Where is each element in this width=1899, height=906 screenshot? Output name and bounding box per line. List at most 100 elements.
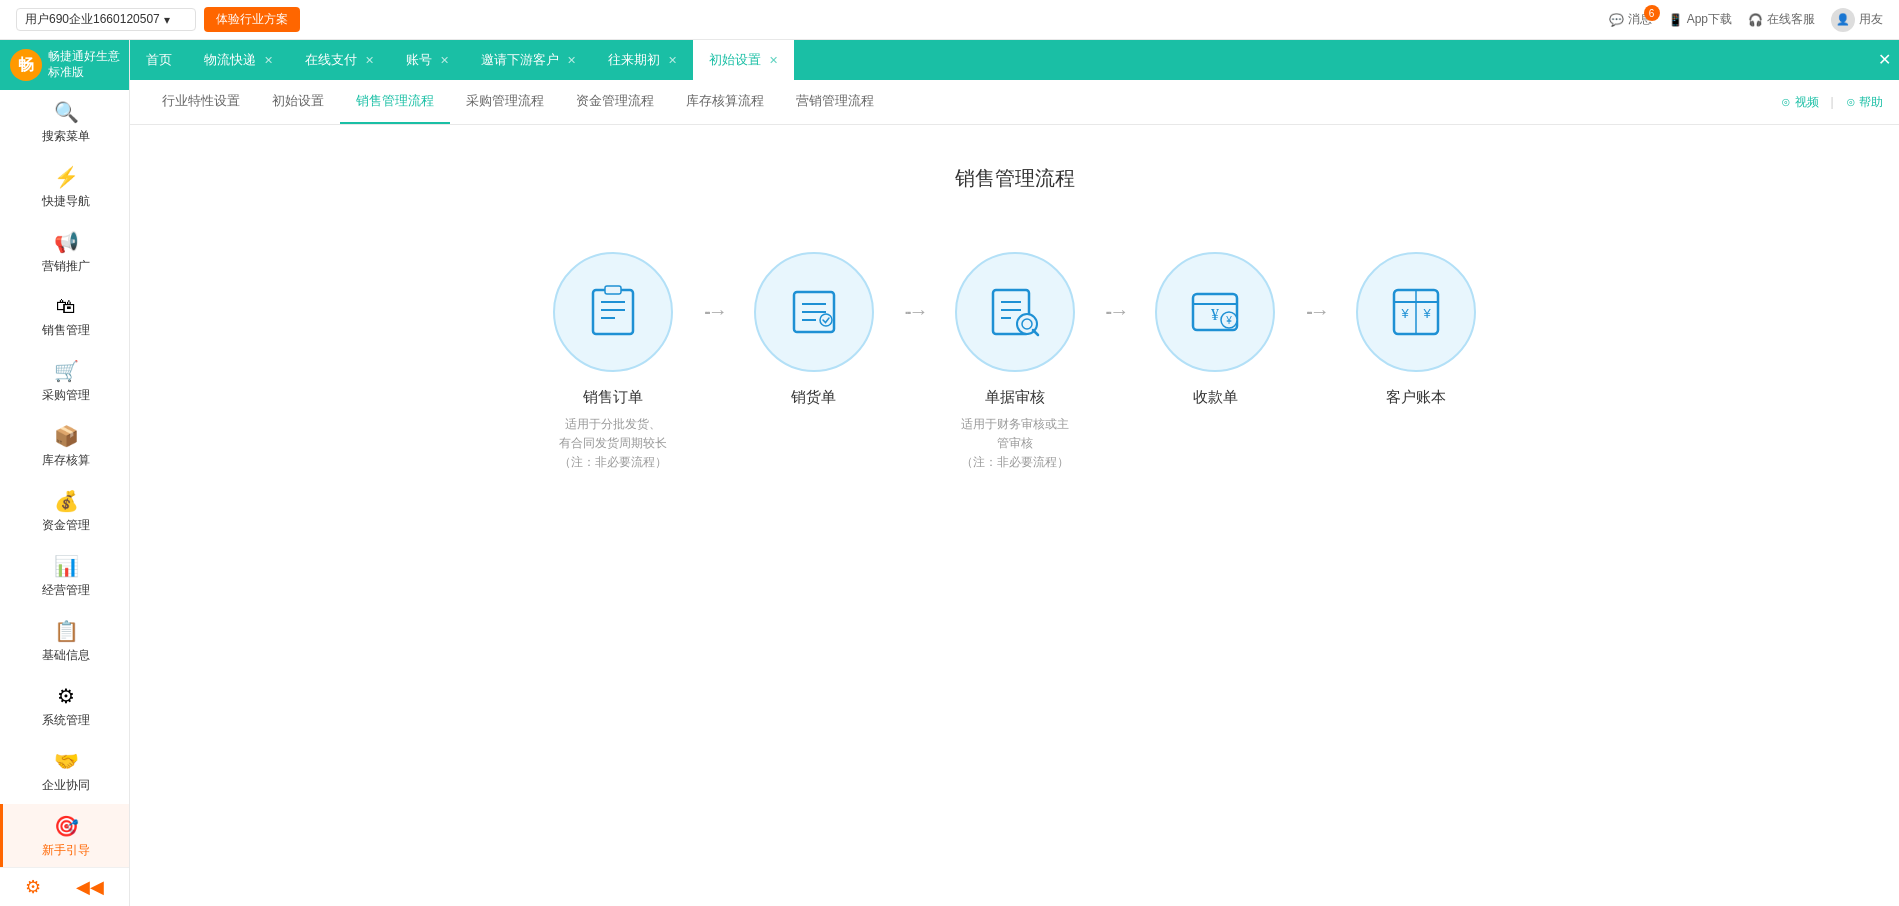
sidebar-icon: 📊: [54, 554, 79, 578]
close-icon[interactable]: ✕: [769, 54, 778, 67]
close-icon[interactable]: ✕: [365, 54, 374, 67]
sidebar-item-企业协同[interactable]: 🤝 企业协同: [0, 739, 129, 804]
flow-step-客户账本[interactable]: ¥ ¥ 客户账本: [1326, 252, 1506, 415]
nav-tab-初始设置[interactable]: 初始设置✕: [693, 40, 794, 80]
sidebar-icon: 🛒: [54, 359, 79, 383]
flow-arrow-3: ···→: [1105, 252, 1126, 323]
svg-text:¥: ¥: [1211, 306, 1219, 323]
divider: |: [1831, 95, 1834, 109]
flow-step-desc: 适用于分批发货、有合同发货周期较长（注：非必要流程）: [559, 415, 667, 473]
flow-step-label: 单据审核: [985, 388, 1045, 407]
sidebar-item-新手引导[interactable]: 🎯 新手引导: [0, 804, 129, 867]
svg-point-9: [820, 314, 832, 326]
svg-line-16: [1033, 330, 1038, 335]
flow-step-收款单[interactable]: ¥ ¥ 收款单: [1125, 252, 1305, 415]
sub-tab-采购管理流程[interactable]: 采购管理流程: [450, 80, 560, 124]
close-all-tabs[interactable]: ✕: [1878, 52, 1891, 68]
flow-circle: [553, 252, 673, 372]
flow-step-label: 销售订单: [583, 388, 643, 407]
sub-tab-初始设置[interactable]: 初始设置: [256, 80, 340, 124]
service-item[interactable]: 🎧 在线客服: [1748, 11, 1815, 28]
sidebar-item-经营管理[interactable]: 📊 经营管理: [0, 544, 129, 609]
flow-step-desc: 适用于财务审核或主管审核（注：非必要流程）: [961, 415, 1069, 473]
main-content: 行业特性设置初始设置销售管理流程采购管理流程资金管理流程库存核算流程营销管理流程…: [130, 80, 1899, 906]
service-label: 在线客服: [1767, 11, 1815, 28]
sidebar-icon: 🔍: [54, 100, 79, 124]
flow-step-单据审核[interactable]: 单据审核 适用于财务审核或主管审核（注：非必要流程）: [925, 252, 1105, 473]
sub-tab-销售管理流程[interactable]: 销售管理流程: [340, 80, 450, 124]
help-link[interactable]: ⊙ 帮助: [1846, 94, 1883, 111]
phone-icon: 📱: [1668, 13, 1683, 27]
trial-button[interactable]: 体验行业方案: [204, 7, 300, 32]
app-label: App下载: [1687, 11, 1732, 28]
sidebar-item-销售管理[interactable]: 🛍 销售管理: [0, 285, 129, 349]
sidebar-icon: 💰: [54, 489, 79, 513]
nav-tabs: 首页物流快递✕在线支付✕账号✕邀请下游客户✕往来期初✕初始设置✕✕: [130, 40, 1899, 80]
close-icon[interactable]: ✕: [264, 54, 273, 67]
svg-rect-0: [593, 290, 633, 334]
flow-title: 销售管理流程: [190, 165, 1839, 192]
user-selector[interactable]: 用户690企业1660120507 ▾: [16, 8, 196, 31]
sidebar: 畅 畅捷通好生意 标准版 🔍 搜索菜单 ⚡ 快捷导航 📢 营销推广 🛍 销售管理…: [0, 40, 130, 906]
user-name-label: 用友: [1859, 11, 1883, 28]
sidebar-item-系统管理[interactable]: ⚙ 系统管理: [0, 674, 129, 739]
logo-icon: 畅: [10, 49, 42, 81]
flow-step-销货单[interactable]: 销货单: [724, 252, 904, 415]
app-download-item[interactable]: 📱 App下载: [1668, 11, 1732, 28]
nav-tab-往来期初[interactable]: 往来期初✕: [592, 40, 693, 80]
nav-tab-在线支付[interactable]: 在线支付✕: [289, 40, 390, 80]
svg-text:¥: ¥: [1225, 315, 1232, 326]
sidebar-logo: 畅 畅捷通好生意 标准版: [0, 40, 129, 90]
sub-tabs: 行业特性设置初始设置销售管理流程采购管理流程资金管理流程库存核算流程营销管理流程…: [130, 80, 1899, 125]
flow-step-label: 收款单: [1193, 388, 1238, 407]
sidebar-item-采购管理[interactable]: 🛒 采购管理: [0, 349, 129, 414]
sidebar-item-搜索菜单[interactable]: 🔍 搜索菜单: [0, 90, 129, 155]
header-right: 💬 消息 6 📱 App下载 🎧 在线客服 👤 用友: [1609, 8, 1883, 32]
sidebar-icon: 🤝: [54, 749, 79, 773]
flow-arrow-2: ···→: [904, 252, 925, 323]
sidebar-icon: 🛍: [56, 295, 76, 318]
close-icon[interactable]: ✕: [567, 54, 576, 67]
flow-arrow-4: ···→: [1305, 252, 1326, 323]
sidebar-item-库存核算[interactable]: 📦 库存核算: [0, 414, 129, 479]
flow-circle: ¥ ¥: [1155, 252, 1275, 372]
close-icon[interactable]: ✕: [440, 54, 449, 67]
sub-tab-行业特性设置[interactable]: 行业特性设置: [146, 80, 256, 124]
user-label: 用户690企业1660120507: [25, 11, 160, 28]
nav-tab-邀请下游客户[interactable]: 邀请下游客户✕: [465, 40, 592, 80]
flow-circle: ¥ ¥: [1356, 252, 1476, 372]
flow-circle: [955, 252, 1075, 372]
flow-arrow-1: ···→: [703, 252, 724, 323]
sub-tab-资金管理流程[interactable]: 资金管理流程: [560, 80, 670, 124]
video-link[interactable]: ⊙ 视频: [1781, 94, 1818, 111]
sidebar-icon: 🎯: [54, 814, 79, 838]
sidebar-item-资金管理[interactable]: 💰 资金管理: [0, 479, 129, 544]
flow-step-label: 销货单: [791, 388, 836, 407]
message-icon: 💬: [1609, 13, 1624, 27]
nav-tab-账号[interactable]: 账号✕: [390, 40, 465, 80]
nav-tab-首页[interactable]: 首页: [130, 40, 188, 80]
sidebar-items: 🔍 搜索菜单 ⚡ 快捷导航 📢 营销推广 🛍 销售管理 🛒 采购管理 📦 库存核…: [0, 90, 129, 867]
sidebar-icon: ⚙: [57, 684, 75, 708]
flow-step-销售订单[interactable]: 销售订单 适用于分批发货、有合同发货周期较长（注：非必要流程）: [523, 252, 703, 473]
sub-tab-库存核算流程[interactable]: 库存核算流程: [670, 80, 780, 124]
sidebar-icon: 📦: [54, 424, 79, 448]
settings-icon[interactable]: ⚙: [25, 876, 41, 898]
flow-circle: [754, 252, 874, 372]
flow-step-label: 客户账本: [1386, 388, 1446, 407]
message-item[interactable]: 💬 消息 6: [1609, 11, 1652, 28]
sidebar-icon: 📋: [54, 619, 79, 643]
sidebar-item-基础信息[interactable]: 📋 基础信息: [0, 609, 129, 674]
sidebar-item-营销推广[interactable]: 📢 营销推广: [0, 220, 129, 285]
logo-text: 畅捷通好生意 标准版: [48, 49, 120, 80]
sidebar-icon: ⚡: [54, 165, 79, 189]
user-avatar-item[interactable]: 👤 用友: [1831, 8, 1883, 32]
chevron-down-icon: ▾: [164, 13, 170, 27]
nav-tab-物流快递[interactable]: 物流快递✕: [188, 40, 289, 80]
close-icon[interactable]: ✕: [668, 54, 677, 67]
collapse-icon[interactable]: ◀◀: [76, 876, 104, 898]
sidebar-item-快捷导航[interactable]: ⚡ 快捷导航: [0, 155, 129, 220]
header-left: 用户690企业1660120507 ▾ 体验行业方案: [16, 7, 300, 32]
svg-rect-4: [605, 286, 621, 294]
sub-tab-营销管理流程[interactable]: 营销管理流程: [780, 80, 890, 124]
